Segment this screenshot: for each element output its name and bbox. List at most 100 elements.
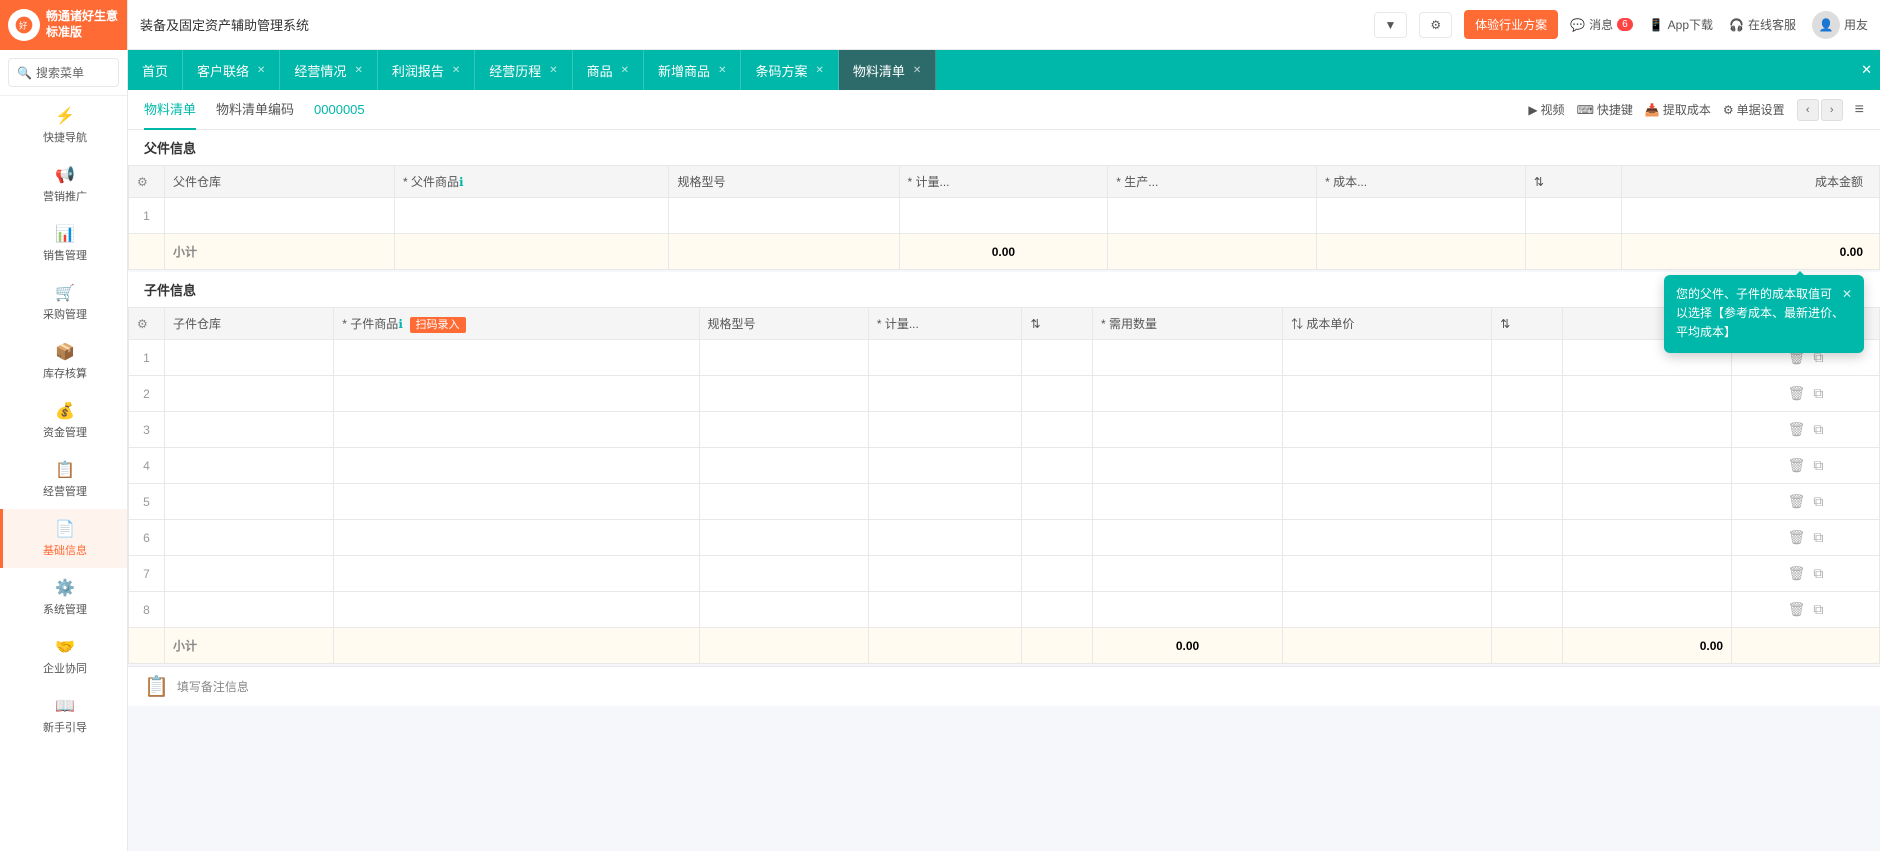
child-cell-goods-3[interactable]: [334, 412, 699, 448]
close-profit-tab[interactable]: ✕: [452, 65, 460, 76]
tab-history[interactable]: 经营历程 ✕: [475, 50, 572, 90]
parent-cell-cost-1[interactable]: [1317, 198, 1526, 234]
child-cell-warehouse-8[interactable]: [165, 592, 334, 628]
tooltip-close-button[interactable]: ✕: [1842, 285, 1852, 304]
child-cell-unit-cost-8[interactable]: [1283, 592, 1492, 628]
child-goods-info-icon[interactable]: ℹ: [398, 317, 403, 331]
sidebar-item-finance[interactable]: 💰 资金管理: [0, 391, 127, 450]
child-cell-measure-4[interactable]: [868, 448, 1022, 484]
copy-row-6[interactable]: ⧉: [1811, 527, 1825, 548]
close-all-button[interactable]: ✕: [1853, 62, 1880, 78]
copy-row-7[interactable]: ⧉: [1811, 563, 1825, 584]
child-cell-need-4[interactable]: [1092, 448, 1282, 484]
copy-row-8[interactable]: ⧉: [1811, 599, 1825, 620]
child-cell-unit-cost-2[interactable]: [1283, 376, 1492, 412]
tab-operations[interactable]: 经营情况 ✕: [280, 50, 377, 90]
child-gear-icon[interactable]: ⚙: [137, 317, 148, 331]
copy-row-3[interactable]: ⧉: [1811, 419, 1825, 440]
child-cell-unit-cost-3[interactable]: [1283, 412, 1492, 448]
close-bom-tab[interactable]: ✕: [913, 65, 921, 76]
child-cell-need-6[interactable]: [1092, 520, 1282, 556]
online-service-action[interactable]: 🎧 在线客服: [1729, 16, 1796, 33]
child-cell-goods-4[interactable]: [334, 448, 699, 484]
sidebar-item-operations[interactable]: 📋 经营管理: [0, 450, 127, 509]
child-cell-measure-1[interactable]: [868, 340, 1022, 376]
menu-icon[interactable]: ≡: [1855, 101, 1864, 119]
video-action[interactable]: ▶ 视频: [1528, 101, 1564, 118]
tab-goods[interactable]: 商品 ✕: [573, 50, 644, 90]
child-cell-spec-2[interactable]: [699, 376, 868, 412]
child-cell-warehouse-5[interactable]: [165, 484, 334, 520]
child-cell-spec-1[interactable]: [699, 340, 868, 376]
parent-cell-measure-1[interactable]: [899, 198, 1108, 234]
child-cell-goods-5[interactable]: [334, 484, 699, 520]
parent-goods-info-icon[interactable]: ℹ: [459, 175, 464, 189]
close-operations-tab[interactable]: ✕: [354, 65, 362, 76]
child-cell-unit-cost-1[interactable]: [1283, 340, 1492, 376]
parent-cell-goods-1[interactable]: [395, 198, 669, 234]
child-cell-warehouse-2[interactable]: [165, 376, 334, 412]
child-cell-warehouse-1[interactable]: [165, 340, 334, 376]
prev-arrow[interactable]: ‹: [1797, 99, 1819, 121]
tab-bom[interactable]: 物料清单 ✕: [839, 50, 936, 90]
delete-row-5[interactable]: 🗑: [1786, 491, 1808, 512]
close-new-goods-tab[interactable]: ✕: [718, 65, 726, 76]
sidebar-item-system[interactable]: ⚙️ 系统管理: [0, 568, 127, 627]
sidebar-item-inventory[interactable]: 📦 库存核算: [0, 332, 127, 391]
child-cell-measure-2[interactable]: [868, 376, 1022, 412]
single-setting-action[interactable]: ⚙ 单据设置: [1723, 101, 1785, 118]
sidebar-item-sales[interactable]: 📊 销售管理: [0, 214, 127, 273]
close-customer-tab[interactable]: ✕: [257, 65, 265, 76]
delete-row-3[interactable]: 🗑: [1786, 419, 1808, 440]
child-cell-unit-cost-7[interactable]: [1283, 556, 1492, 592]
sidebar-item-guide[interactable]: 📖 新手引导: [0, 686, 127, 745]
delete-row-2[interactable]: 🗑: [1786, 383, 1808, 404]
child-cell-spec-3[interactable]: [699, 412, 868, 448]
child-cell-need-7[interactable]: [1092, 556, 1282, 592]
close-history-tab[interactable]: ✕: [549, 65, 557, 76]
child-cell-measure-5[interactable]: [868, 484, 1022, 520]
child-cell-warehouse-6[interactable]: [165, 520, 334, 556]
child-cell-goods-1[interactable]: [334, 340, 699, 376]
tab-new-goods[interactable]: 新增商品 ✕: [644, 50, 741, 90]
delete-row-4[interactable]: 🗑: [1786, 455, 1808, 476]
extract-cost-action[interactable]: 📥 提取成本: [1645, 101, 1711, 118]
experience-button[interactable]: 体验行业方案: [1464, 10, 1558, 39]
sidebar-item-quicknav[interactable]: ⚡ 快捷导航: [0, 96, 127, 155]
copy-row-2[interactable]: ⧉: [1811, 383, 1825, 404]
child-cell-warehouse-7[interactable]: [165, 556, 334, 592]
parent-cell-spec-1[interactable]: [669, 198, 899, 234]
child-cell-need-5[interactable]: [1092, 484, 1282, 520]
parent-gear-icon[interactable]: ⚙: [137, 175, 148, 189]
child-cell-spec-5[interactable]: [699, 484, 868, 520]
tab-customer[interactable]: 客户联络 ✕: [183, 50, 280, 90]
shortcut-action[interactable]: ⌨ 快捷键: [1577, 101, 1633, 118]
sidebar-item-purchase[interactable]: 🛒 采购管理: [0, 273, 127, 332]
user-menu[interactable]: 👤 用友: [1812, 11, 1868, 39]
child-cell-goods-7[interactable]: [334, 556, 699, 592]
child-cell-need-2[interactable]: [1092, 376, 1282, 412]
app-download-action[interactable]: 📱 App下载: [1649, 16, 1713, 33]
child-cell-unit-cost-5[interactable]: [1283, 484, 1492, 520]
sidebar-item-marketing[interactable]: 📢 营销推广: [0, 155, 127, 214]
parent-cell-warehouse-1[interactable]: [165, 198, 395, 234]
child-cell-goods-8[interactable]: [334, 592, 699, 628]
child-cell-goods-6[interactable]: [334, 520, 699, 556]
delete-row-8[interactable]: 🗑: [1786, 599, 1808, 620]
copy-row-5[interactable]: ⧉: [1811, 491, 1825, 512]
child-cell-measure-8[interactable]: [868, 592, 1022, 628]
scan-badge[interactable]: 扫码录入: [410, 317, 466, 333]
next-arrow[interactable]: ›: [1821, 99, 1843, 121]
child-cell-measure-7[interactable]: [868, 556, 1022, 592]
tab-barcode[interactable]: 条码方案 ✕: [741, 50, 838, 90]
copy-row-4[interactable]: ⧉: [1811, 455, 1825, 476]
child-cell-unit-cost-6[interactable]: [1283, 520, 1492, 556]
settings-button[interactable]: ⚙: [1419, 12, 1452, 38]
delete-row-6[interactable]: 🗑: [1786, 527, 1808, 548]
parent-cell-produce-1[interactable]: [1108, 198, 1317, 234]
delete-row-7[interactable]: 🗑: [1786, 563, 1808, 584]
sidebar-item-collaboration[interactable]: 🤝 企业协同: [0, 627, 127, 686]
dropdown-button[interactable]: ▼: [1374, 12, 1408, 38]
message-action[interactable]: 💬 消息 6: [1570, 16, 1633, 33]
close-barcode-tab[interactable]: ✕: [815, 65, 823, 76]
